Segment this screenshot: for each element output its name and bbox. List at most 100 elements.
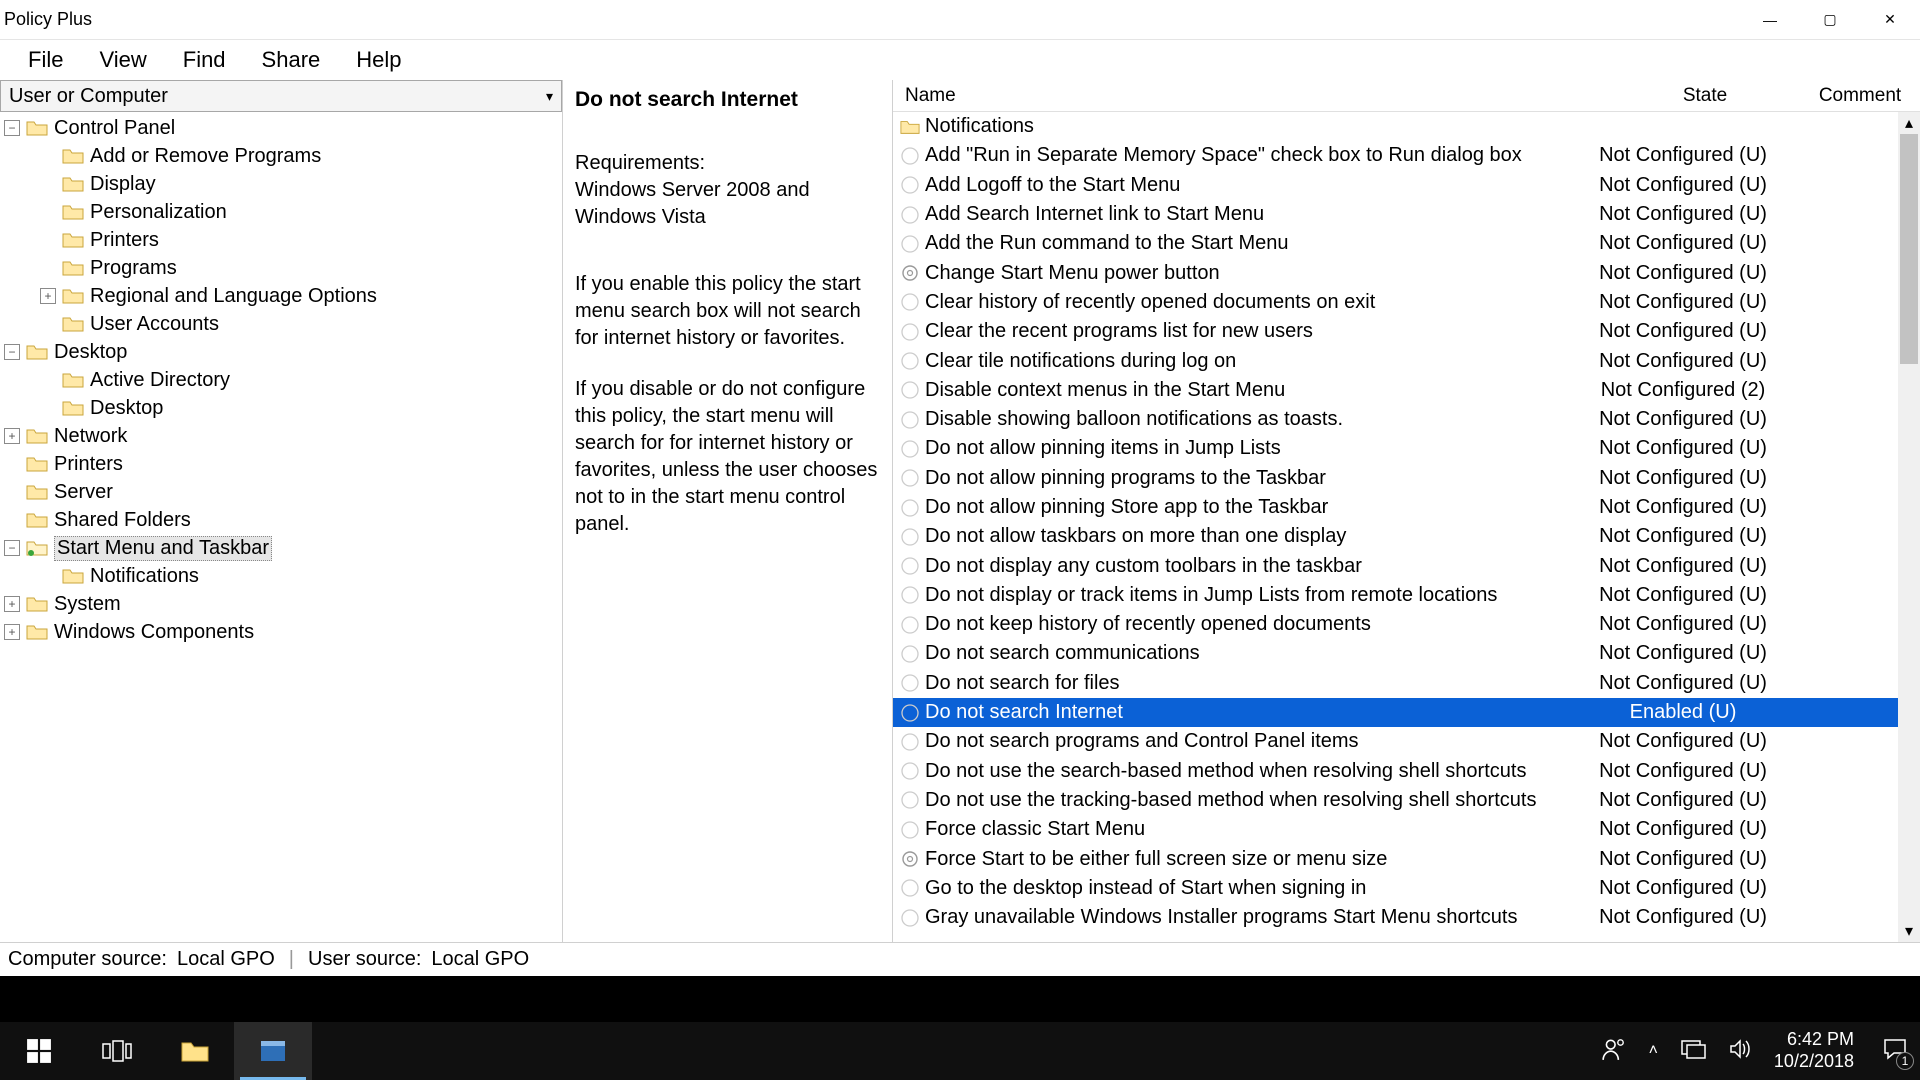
list-item[interactable]: Do not display or track items in Jump Li… [893,581,1898,610]
scroll-down-icon[interactable]: ▾ [1898,920,1920,942]
detail-description: If you enable this policy the start menu… [575,271,880,538]
expand-icon[interactable]: + [40,288,56,304]
tree-item[interactable]: Personalization [90,201,227,224]
file-explorer-button[interactable] [156,1022,234,1080]
folder-icon [62,399,84,417]
menu-file[interactable]: File [10,43,81,77]
action-center-button[interactable]: 1 [1882,1037,1908,1066]
policy-name: Do not search Internet [925,701,1588,724]
collapse-icon[interactable]: − [4,540,20,556]
list-item-selected[interactable]: Do not search InternetEnabled (U) [893,698,1898,727]
tree-item[interactable]: Printers [54,453,123,476]
expand-icon[interactable]: + [4,624,20,640]
tree-item[interactable]: Server [54,481,113,504]
column-state[interactable]: State [1610,85,1800,107]
clock[interactable]: 6:42 PM 10/2/2018 [1774,1029,1860,1072]
tree-item[interactable]: User Accounts [90,313,219,336]
tree-item[interactable]: Active Directory [90,369,230,392]
list-item[interactable]: Disable context menus in the Start MenuN… [893,376,1898,405]
tree-item[interactable]: Display [90,173,156,196]
list-item[interactable]: Do not keep history of recently opened d… [893,610,1898,639]
folder-icon [26,343,48,361]
policy-plus-taskbar-button[interactable] [234,1022,312,1080]
tree-item[interactable]: Control Panel [54,117,175,140]
people-icon[interactable] [1601,1036,1627,1067]
menu-find[interactable]: Find [165,43,244,77]
minimize-button[interactable]: — [1740,0,1800,40]
vertical-scrollbar[interactable]: ▴ ▾ [1898,112,1920,942]
list-item[interactable]: Go to the desktop instead of Start when … [893,874,1898,903]
tree-item[interactable]: Notifications [90,565,199,588]
column-comment[interactable]: Comment [1800,85,1920,107]
tree-item[interactable]: Regional and Language Options [90,285,377,308]
menu-share[interactable]: Share [244,43,339,77]
list-item[interactable]: Add Search Internet link to Start MenuNo… [893,200,1898,229]
status-computer-label: Computer source: [8,948,167,971]
list-item[interactable]: Force Start to be either full screen siz… [893,844,1898,873]
policy-icon [899,409,921,431]
tree-item[interactable]: Desktop [54,341,127,364]
tray-chevron-up-icon[interactable]: ˄ [1649,1042,1658,1060]
list-item[interactable]: Disable showing balloon notifications as… [893,405,1898,434]
tree-item-selected[interactable]: Start Menu and Taskbar [54,536,272,561]
list-item[interactable]: Do not display any custom toolbars in th… [893,551,1898,580]
detail-panel: Do not search Internet Requirements: Win… [562,80,892,942]
tree-item[interactable]: Printers [90,229,159,252]
policy-icon [899,877,921,899]
folder-icon [26,427,48,445]
close-button[interactable]: ✕ [1860,0,1920,40]
list-item[interactable]: Add "Run in Separate Memory Space" check… [893,141,1898,170]
tree-item[interactable]: Add or Remove Programs [90,145,321,168]
scroll-track[interactable] [1898,134,1920,920]
folder-icon [62,259,84,277]
policy-name: Add "Run in Separate Memory Space" check… [925,144,1588,167]
list-item[interactable]: Gray unavailable Windows Installer progr… [893,903,1898,932]
tree-item[interactable]: Desktop [90,397,163,420]
list-item[interactable]: Do not search programs and Control Panel… [893,727,1898,756]
scope-dropdown[interactable]: User or Computer ▾ [0,80,562,112]
list-item[interactable]: Add Logoff to the Start MenuNot Configur… [893,171,1898,200]
collapse-icon[interactable]: − [4,344,20,360]
tree-item[interactable]: Network [54,425,127,448]
policy-state: Not Configured (U) [1588,144,1778,167]
list-item[interactable]: Change Start Menu power buttonNot Config… [893,258,1898,287]
tree-item[interactable]: Windows Components [54,621,254,644]
network-icon[interactable] [1680,1038,1706,1065]
menu-view[interactable]: View [81,43,164,77]
policy-tree[interactable]: − Control Panel Add or Remove Programs Di… [0,112,562,942]
list-item[interactable]: Clear tile notifications during log onNo… [893,346,1898,375]
tree-item[interactable]: System [54,593,121,616]
list-item-folder[interactable]: Notifications [893,112,1898,141]
scroll-thumb[interactable] [1900,134,1918,364]
tree-item[interactable]: Shared Folders [54,509,191,532]
start-button[interactable] [0,1022,78,1080]
list-item[interactable]: Add the Run command to the Start MenuNot… [893,229,1898,258]
policy-state: Not Configured (U) [1588,672,1778,695]
list-item[interactable]: Do not use the tracking-based method whe… [893,786,1898,815]
maximize-button[interactable]: ▢ [1800,0,1860,40]
list-item[interactable]: Do not search communicationsNot Configur… [893,639,1898,668]
expand-icon[interactable]: + [4,596,20,612]
tree-item[interactable]: Programs [90,257,177,280]
list-item[interactable]: Do not allow taskbars on more than one d… [893,522,1898,551]
expand-icon[interactable]: + [4,428,20,444]
list-item[interactable]: Do not allow pinning programs to the Tas… [893,464,1898,493]
task-view-icon [102,1038,132,1064]
volume-icon[interactable] [1728,1038,1752,1065]
folder-icon [26,455,48,473]
list-item[interactable]: Force classic Start MenuNot Configured (… [893,815,1898,844]
policy-icon [899,467,921,489]
column-name[interactable]: Name [893,85,1610,107]
list-item[interactable]: Do not search for filesNot Configured (U… [893,669,1898,698]
menu-help[interactable]: Help [338,43,419,77]
policy-name: Do not use the tracking-based method whe… [925,789,1588,812]
list-item[interactable]: Do not allow pinning items in Jump Lists… [893,434,1898,463]
collapse-icon[interactable]: − [4,120,20,136]
policy-icon [899,672,921,694]
task-view-button[interactable] [78,1022,156,1080]
scroll-up-icon[interactable]: ▴ [1898,112,1920,134]
list-item[interactable]: Do not allow pinning Store app to the Ta… [893,493,1898,522]
list-item[interactable]: Clear the recent programs list for new u… [893,317,1898,346]
list-item[interactable]: Clear history of recently opened documen… [893,288,1898,317]
list-item[interactable]: Do not use the search-based method when … [893,757,1898,786]
